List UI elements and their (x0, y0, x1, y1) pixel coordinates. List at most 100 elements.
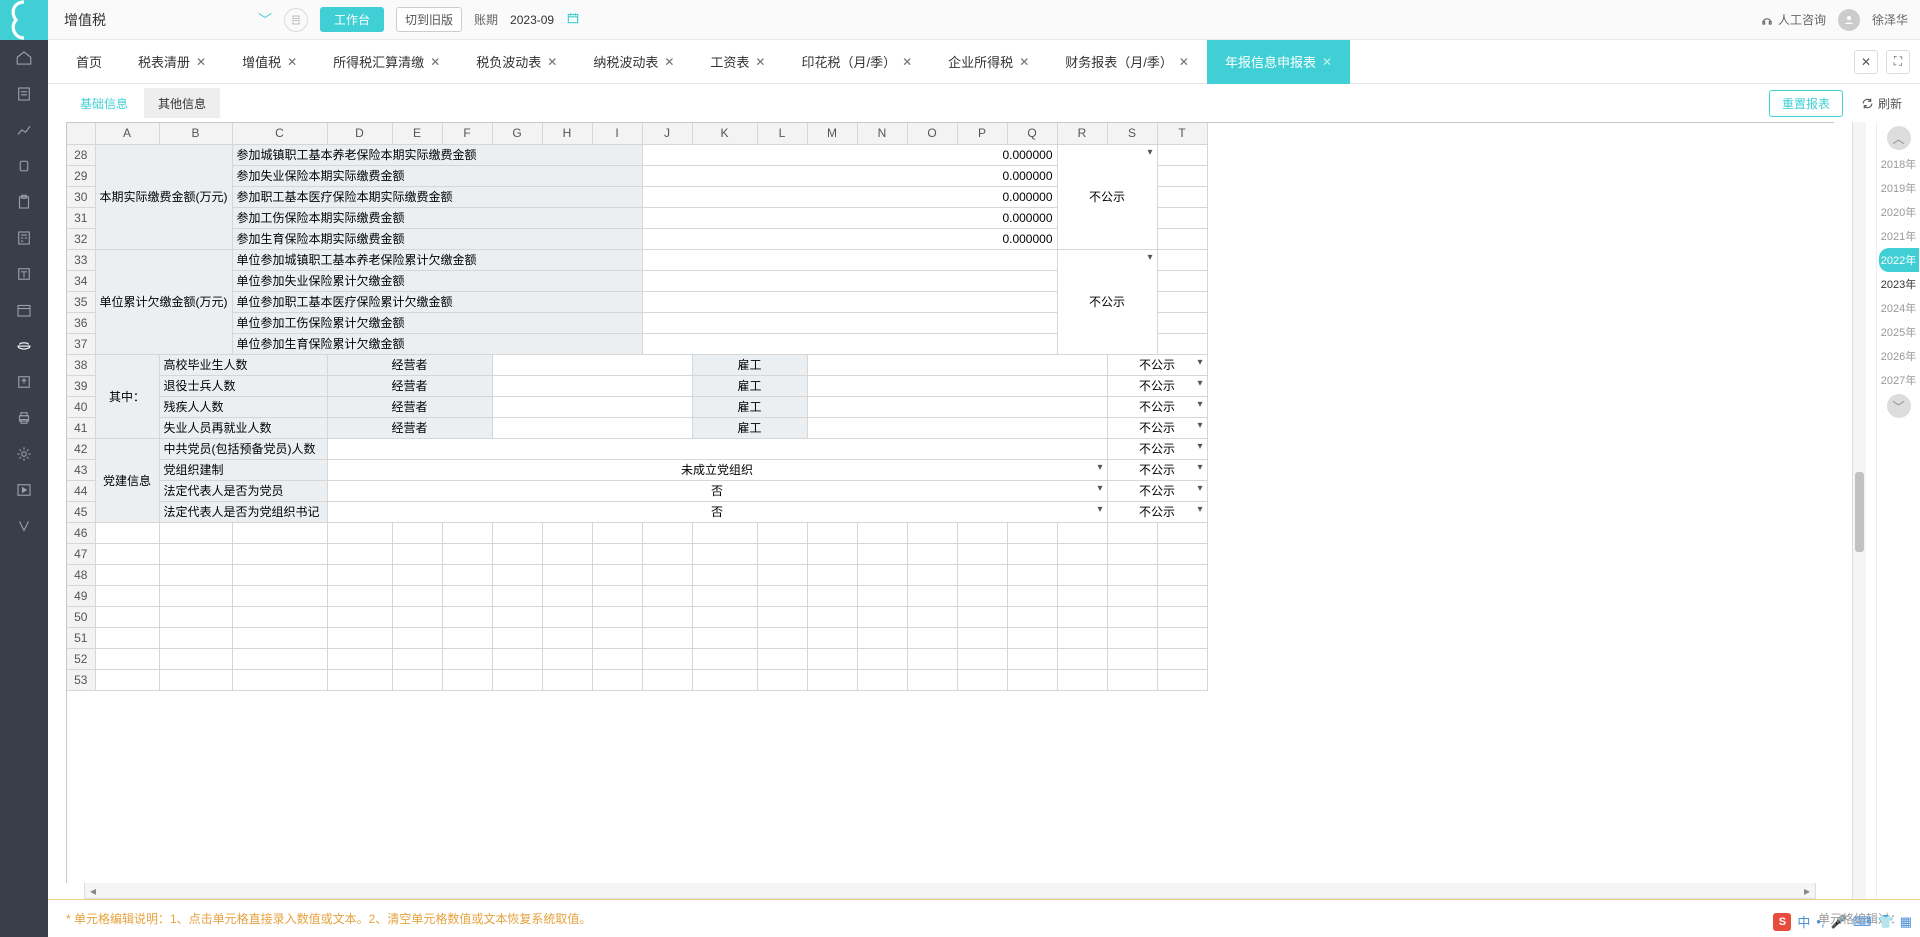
cell[interactable] (907, 543, 957, 564)
cell[interactable] (907, 669, 957, 690)
cell[interactable] (232, 606, 327, 627)
cell[interactable] (692, 606, 757, 627)
col-header[interactable]: K (692, 123, 757, 144)
ime-mic-icon[interactable]: 🎤 (1831, 914, 1847, 930)
cell[interactable] (642, 564, 692, 585)
value-cell[interactable] (807, 417, 1107, 438)
publish-select-cell[interactable]: 不公示 (1107, 459, 1207, 480)
cell[interactable] (442, 669, 492, 690)
row-header[interactable]: 37 (67, 333, 95, 354)
cell[interactable] (1057, 585, 1107, 606)
year-option[interactable]: 2027年 (1879, 368, 1919, 392)
cell[interactable] (757, 585, 807, 606)
cell[interactable] (392, 606, 442, 627)
col-header[interactable]: L (757, 123, 807, 144)
sogou-ime-icon[interactable]: S (1773, 913, 1791, 931)
cell[interactable] (1057, 627, 1107, 648)
cell[interactable] (1107, 606, 1157, 627)
tab-close-icon[interactable]: ✕ (196, 55, 206, 69)
tab-item[interactable]: 税表清册✕ (120, 40, 224, 84)
tab-close-icon[interactable]: ✕ (755, 55, 765, 69)
cell[interactable] (159, 564, 232, 585)
nav-home-icon[interactable] (0, 40, 48, 76)
cell[interactable] (327, 564, 392, 585)
cell[interactable] (692, 669, 757, 690)
cell[interactable] (392, 522, 442, 543)
tabs-expand-icon[interactable]: ⛶ (1886, 50, 1910, 74)
cell[interactable] (957, 627, 1007, 648)
cell[interactable] (95, 627, 159, 648)
cell[interactable] (542, 627, 592, 648)
switch-old-button[interactable]: 切到旧版 (396, 7, 462, 32)
cell[interactable] (642, 543, 692, 564)
cell[interactable] (392, 564, 442, 585)
cell[interactable] (442, 564, 492, 585)
cell[interactable] (392, 669, 442, 690)
cell[interactable] (692, 543, 757, 564)
cell[interactable] (1107, 585, 1157, 606)
cell[interactable] (692, 627, 757, 648)
ime-grid-icon[interactable]: ▦ (1900, 914, 1912, 930)
cell[interactable] (957, 522, 1007, 543)
cell[interactable] (542, 648, 592, 669)
nav-print-icon[interactable] (0, 400, 48, 436)
value-cell[interactable] (492, 396, 692, 417)
publish-select-cell[interactable]: 不公示 (1107, 417, 1207, 438)
cell[interactable] (857, 522, 907, 543)
cell[interactable] (1157, 165, 1207, 186)
cell[interactable] (159, 522, 232, 543)
tab-item[interactable]: 企业所得税✕ (930, 40, 1047, 84)
cell[interactable] (757, 564, 807, 585)
tab-item[interactable]: 年报信息申报表✕ (1207, 40, 1350, 84)
cell[interactable] (542, 669, 592, 690)
cell[interactable] (857, 585, 907, 606)
value-cell[interactable]: 否 (327, 501, 1107, 522)
value-cell[interactable]: 0.000000 (642, 165, 1057, 186)
cell[interactable] (327, 669, 392, 690)
value-cell[interactable] (492, 354, 692, 375)
cell[interactable] (907, 585, 957, 606)
subtab-basic-info[interactable]: 基础信息 (66, 88, 142, 118)
cell[interactable] (807, 669, 857, 690)
row-header[interactable]: 29 (67, 165, 95, 186)
cell[interactable] (327, 627, 392, 648)
tab-item[interactable]: 增值税✕ (224, 40, 315, 84)
cell[interactable] (232, 543, 327, 564)
cell[interactable] (807, 648, 857, 669)
vscroll-thumb[interactable] (1855, 472, 1864, 552)
cell[interactable] (1007, 669, 1057, 690)
cell[interactable] (159, 669, 232, 690)
refresh-button[interactable]: 刷新 (1861, 95, 1902, 112)
value-cell[interactable]: 0.000000 (642, 144, 1057, 165)
cell[interactable] (1107, 543, 1157, 564)
cell[interactable] (392, 543, 442, 564)
year-option[interactable]: 2019年 (1879, 176, 1919, 200)
col-header[interactable]: J (642, 123, 692, 144)
cell[interactable] (1107, 669, 1157, 690)
row-header[interactable]: 52 (67, 648, 95, 669)
cell[interactable] (159, 543, 232, 564)
cell[interactable] (492, 522, 542, 543)
cell[interactable] (442, 585, 492, 606)
cell[interactable] (1057, 669, 1107, 690)
vertical-scrollbar[interactable] (1852, 122, 1866, 899)
cell[interactable] (807, 606, 857, 627)
value-cell[interactable] (807, 354, 1107, 375)
reset-report-button[interactable]: 重置报表 (1769, 90, 1843, 117)
year-option[interactable]: 2025年 (1879, 320, 1919, 344)
cell[interactable] (327, 606, 392, 627)
row-header[interactable]: 51 (67, 627, 95, 648)
row-header[interactable]: 53 (67, 669, 95, 690)
cell[interactable] (1157, 333, 1207, 354)
col-header[interactable]: D (327, 123, 392, 144)
cell[interactable] (442, 543, 492, 564)
cell[interactable] (95, 543, 159, 564)
cell[interactable] (232, 522, 327, 543)
cell[interactable] (1007, 522, 1057, 543)
sheet-corner[interactable] (67, 123, 95, 144)
user-name[interactable]: 徐泽华 (1872, 11, 1908, 28)
hscroll-left-icon[interactable]: ◂ (85, 883, 101, 898)
year-option[interactable]: 2023年 (1879, 272, 1919, 296)
tab-item[interactable]: 税负波动表✕ (458, 40, 575, 84)
cell[interactable] (807, 627, 857, 648)
